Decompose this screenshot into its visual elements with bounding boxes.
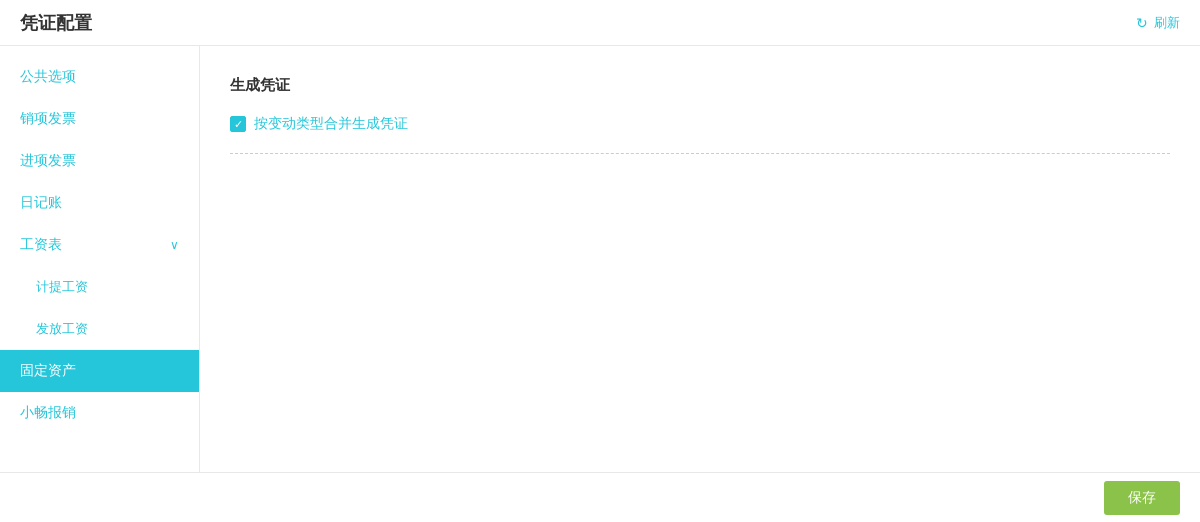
refresh-button[interactable]: ↻ 刷新 (1136, 14, 1180, 32)
sidebar-label-calc-salary: 计提工资 (36, 278, 88, 296)
sidebar-label-pay-salary: 发放工资 (36, 320, 88, 338)
chevron-down-icon: ∨ (170, 238, 179, 252)
sidebar-label-payroll-table: 工资表 (20, 236, 62, 254)
sidebar-item-pay-salary[interactable]: 发放工资 (0, 308, 199, 350)
save-button[interactable]: 保存 (1104, 481, 1180, 515)
refresh-icon: ↻ (1136, 15, 1148, 31)
sidebar-label-sales-invoice: 销项发票 (20, 110, 76, 128)
sidebar-item-calc-salary[interactable]: 计提工资 (0, 266, 199, 308)
main-content: 生成凭证 ✓ 按变动类型合并生成凭证 (200, 46, 1200, 472)
refresh-label: 刷新 (1154, 14, 1180, 32)
sidebar-label-petty-expense: 小畅报销 (20, 404, 76, 422)
sidebar-item-petty-expense[interactable]: 小畅报销 (0, 392, 199, 434)
section-title: 生成凭证 (230, 76, 1170, 95)
merge-voucher-label: 按变动类型合并生成凭证 (254, 115, 408, 133)
sidebar-item-purchase-invoice[interactable]: 进项发票 (0, 140, 199, 182)
sidebar-item-journal[interactable]: 日记账 (0, 182, 199, 224)
sidebar-label-purchase-invoice: 进项发票 (20, 152, 76, 170)
section-divider (230, 153, 1170, 154)
merge-voucher-row: ✓ 按变动类型合并生成凭证 (230, 115, 1170, 133)
sidebar-item-fixed-assets[interactable]: 固定资产 (0, 350, 199, 392)
page-title: 凭证配置 (20, 11, 92, 35)
sidebar-item-payroll-table[interactable]: 工资表 ∨ (0, 224, 199, 266)
merge-voucher-checkbox[interactable]: ✓ (230, 116, 246, 132)
check-mark-icon: ✓ (234, 119, 243, 130)
sidebar-label-fixed-assets: 固定资产 (20, 362, 76, 380)
header: 凭证配置 ↻ 刷新 (0, 0, 1200, 46)
footer: 保存 (0, 472, 1200, 522)
sidebar-label-public-options: 公共选项 (20, 68, 76, 86)
page-wrapper: 凭证配置 ↻ 刷新 公共选项销项发票进项发票日记账工资表 ∨ 计提工资发放工资固定资… (0, 0, 1200, 522)
sidebar: 公共选项销项发票进项发票日记账工资表 ∨ 计提工资发放工资固定资产小畅报销 (0, 46, 200, 472)
sidebar-item-public-options[interactable]: 公共选项 (0, 56, 199, 98)
sidebar-item-sales-invoice[interactable]: 销项发票 (0, 98, 199, 140)
body: 公共选项销项发票进项发票日记账工资表 ∨ 计提工资发放工资固定资产小畅报销 生成凭证… (0, 46, 1200, 472)
sidebar-label-journal: 日记账 (20, 194, 62, 212)
